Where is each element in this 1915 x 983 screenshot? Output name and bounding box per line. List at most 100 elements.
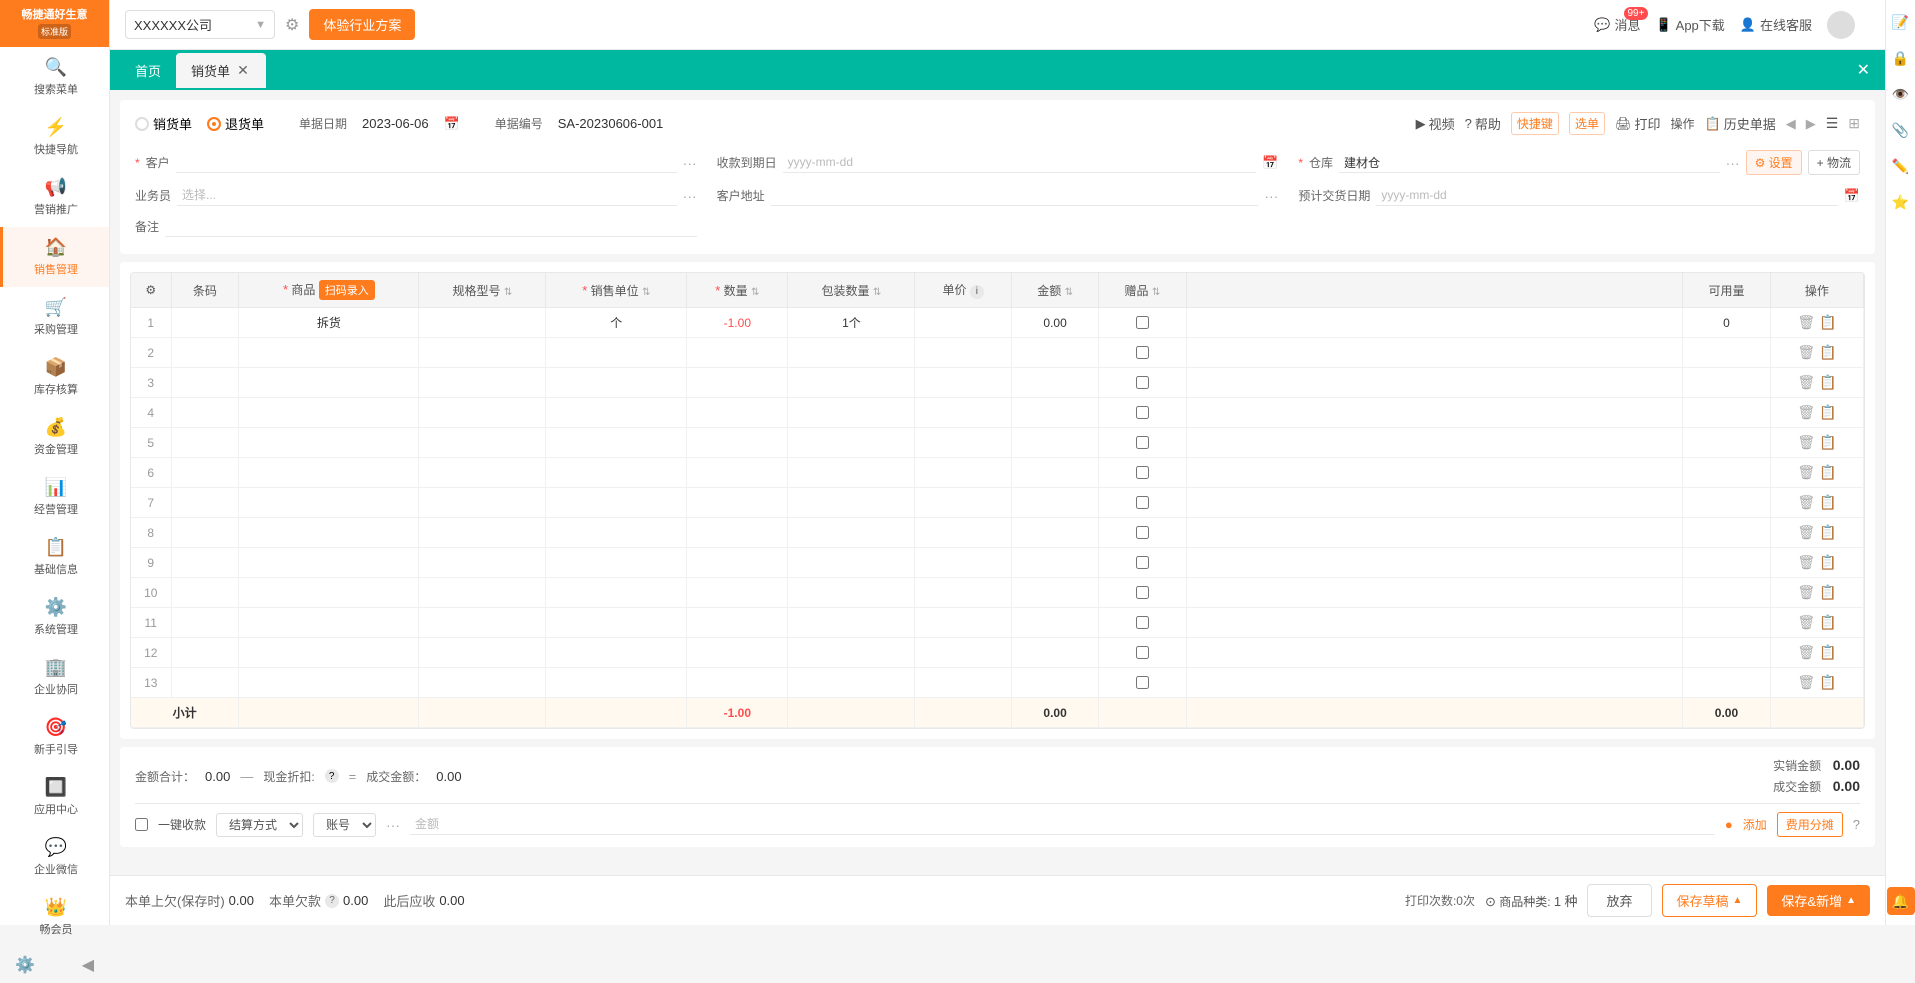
radio-sales-order[interactable]: 销货单 [135, 114, 192, 133]
delete-row-button[interactable]: 🗑 [1797, 614, 1815, 631]
online-service-button[interactable]: 👤 在线客服 [1740, 15, 1812, 34]
account-select[interactable]: 账号 [313, 813, 376, 837]
copy-row-button[interactable]: 📋 [1819, 614, 1836, 631]
amount-input[interactable] [410, 814, 1715, 835]
close-tab-area-button[interactable]: ✕ [1852, 60, 1875, 80]
right-panel-pencil-icon[interactable]: ✏️ [1889, 154, 1913, 178]
one-click-checkbox[interactable] [135, 818, 148, 831]
nav-next-icon[interactable]: ▶ [1806, 116, 1816, 132]
sidebar-item-search[interactable]: 🔍 搜索菜单 [0, 47, 109, 107]
sidebar-item-marketing[interactable]: 📢 营销推广 [0, 167, 109, 227]
copy-row-button[interactable]: 📋 [1819, 494, 1836, 511]
settings-button[interactable]: ⚙ 设置 [1746, 150, 1802, 175]
sidebar-item-system[interactable]: ⚙️ 系统管理 [0, 587, 109, 647]
help-btn[interactable]: ?帮助 [1465, 114, 1501, 133]
price-info-icon[interactable]: i [970, 285, 984, 299]
scan-button[interactable]: 扫码录入 [319, 280, 375, 300]
fee-info-icon[interactable]: ? [1853, 817, 1860, 832]
shortcut-btn[interactable]: 快捷键 [1511, 112, 1559, 135]
gift-checkbox[interactable] [1136, 316, 1149, 329]
tab-home[interactable]: 首页 [120, 53, 176, 88]
delete-row-button[interactable]: 🗑 [1797, 494, 1815, 511]
gift-checkbox[interactable] [1136, 586, 1149, 599]
sidebar-item-member[interactable]: 👑 畅会员 [0, 887, 109, 947]
nav-prev-icon[interactable]: ◀ [1786, 116, 1796, 132]
customer-more-btn[interactable]: ··· [683, 155, 697, 171]
copy-row-button[interactable]: 📋 [1819, 374, 1836, 391]
delete-row-button[interactable]: 🗑 [1797, 314, 1815, 331]
sidebar-item-inventory[interactable]: 📦 库存核算 [0, 347, 109, 407]
delete-row-button[interactable]: 🗑 [1797, 644, 1815, 661]
expected-date-calendar-icon[interactable]: 📅 [1844, 188, 1860, 204]
save-new-button[interactable]: 保存&新增 ▲ [1767, 885, 1870, 916]
sidebar-item-sales[interactable]: 🏠 销售管理 [0, 227, 109, 287]
delete-row-button[interactable]: 🗑 [1797, 584, 1815, 601]
delete-row-button[interactable]: 🗑 [1797, 374, 1815, 391]
tab-close-button[interactable]: ✕ [235, 62, 251, 78]
copy-row-button[interactable]: 📋 [1819, 554, 1836, 571]
salesperson-input[interactable] [177, 185, 677, 206]
copy-row-button[interactable]: 📋 [1819, 314, 1836, 331]
gift-checkbox[interactable] [1136, 526, 1149, 539]
gift-checkbox[interactable] [1136, 466, 1149, 479]
right-panel-attach-icon[interactable]: 📎 [1889, 118, 1913, 142]
select-btn[interactable]: 选单 [1569, 112, 1605, 135]
delete-row-button[interactable]: 🗑 [1797, 344, 1815, 361]
sidebar-item-enterprise[interactable]: 🏢 企业协同 [0, 647, 109, 707]
copy-row-button[interactable]: 📋 [1819, 344, 1836, 361]
delete-row-button[interactable]: 🗑 [1797, 434, 1815, 451]
right-panel-bottom-icon[interactable]: 🔔 [1887, 887, 1915, 915]
warehouse-more-btn[interactable]: ··· [1726, 155, 1740, 171]
copy-row-button[interactable]: 📋 [1819, 524, 1836, 541]
copy-row-button[interactable]: 📋 [1819, 434, 1836, 451]
warehouse-input[interactable] [1339, 152, 1720, 173]
gift-checkbox[interactable] [1136, 616, 1149, 629]
salesperson-more-btn[interactable]: ··· [683, 188, 697, 204]
abandon-button[interactable]: 放弃 [1587, 884, 1651, 917]
cash-discount-info-icon[interactable]: ? [325, 769, 339, 783]
copy-row-button[interactable]: 📋 [1819, 584, 1836, 601]
copy-row-button[interactable]: 📋 [1819, 464, 1836, 481]
due-date-calendar-icon[interactable]: 📅 [1262, 155, 1278, 171]
calendar-icon[interactable]: 📅 [444, 116, 460, 132]
copy-row-button[interactable]: 📋 [1819, 644, 1836, 661]
delete-row-button[interactable]: 🗑 [1797, 404, 1815, 421]
sidebar-item-operations[interactable]: 📊 经营管理 [0, 467, 109, 527]
address-more-btn[interactable]: ··· [1264, 188, 1278, 204]
copy-row-button[interactable]: 📋 [1819, 404, 1836, 421]
save-draft-button[interactable]: 保存草稿 ▲ [1662, 884, 1758, 917]
remarks-input[interactable] [165, 216, 697, 237]
history-btn[interactable]: 📋历史单据 [1705, 114, 1776, 133]
view-mode-list-icon[interactable]: ☰ [1826, 115, 1839, 132]
sidebar-item-wechat[interactable]: 💬 企业微信 [0, 827, 109, 887]
sidebar-item-purchase[interactable]: 🛒 采购管理 [0, 287, 109, 347]
gift-checkbox[interactable] [1136, 346, 1149, 359]
gift-checkbox[interactable] [1136, 496, 1149, 509]
delete-row-button[interactable]: 🗑 [1797, 674, 1815, 691]
product-type-icon[interactable]: ⊙ [1485, 894, 1496, 909]
video-btn[interactable]: ▶视频 [1416, 114, 1455, 133]
gift-checkbox[interactable] [1136, 556, 1149, 569]
account-more-btn[interactable]: ··· [386, 817, 400, 833]
due-date-input[interactable] [783, 152, 1256, 173]
view-mode-grid-icon[interactable]: ⊞ [1848, 115, 1860, 132]
delete-row-button[interactable]: 🗑 [1797, 464, 1815, 481]
avatar[interactable] [1827, 11, 1855, 39]
gift-checkbox[interactable] [1136, 406, 1149, 419]
right-panel-lock-icon[interactable]: 🔒 [1889, 46, 1913, 70]
sidebar-item-apps[interactable]: 🔲 应用中心 [0, 767, 109, 827]
message-button[interactable]: 💬 消息 99+ [1594, 15, 1640, 34]
tab-sales-order[interactable]: 销货单 ✕ [176, 53, 266, 88]
settings-icon[interactable]: ⚙ [285, 15, 299, 35]
sidebar-item-guide[interactable]: 🎯 新手引导 [0, 707, 109, 767]
right-panel-edit-icon[interactable]: 📝 [1889, 10, 1913, 34]
logistics-button[interactable]: + 物流 [1808, 150, 1860, 175]
short-info-icon[interactable]: ? [325, 894, 339, 908]
expected-date-input[interactable] [1376, 185, 1837, 206]
app-download-button[interactable]: 📱 App下载 [1655, 15, 1724, 34]
gift-checkbox[interactable] [1136, 676, 1149, 689]
customer-address-input[interactable] [771, 185, 1259, 206]
sidebar-item-finance[interactable]: 💰 资金管理 [0, 407, 109, 467]
print-btn[interactable]: 🖨打印 [1615, 114, 1661, 133]
experience-button[interactable]: 体验行业方案 [309, 9, 415, 40]
